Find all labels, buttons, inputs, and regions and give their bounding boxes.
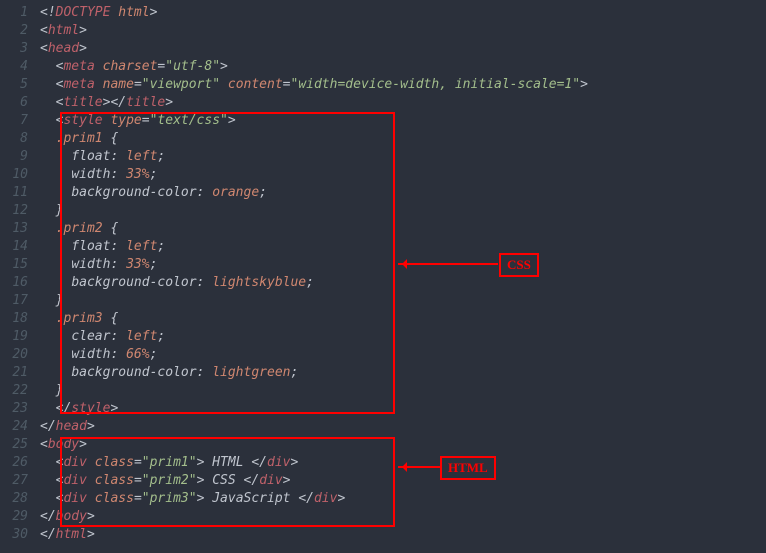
line-number: 2 — [8, 22, 28, 40]
code-line[interactable]: clear: left; — [40, 328, 766, 346]
line-number: 22 — [8, 382, 28, 400]
line-number: 24 — [8, 418, 28, 436]
code-line[interactable]: <meta charset="utf-8"> — [40, 58, 766, 76]
css-label: CSS — [499, 253, 539, 277]
html-arrow — [398, 466, 440, 468]
code-line[interactable]: <div class="prim3"> JavaScript </div> — [40, 490, 766, 508]
code-line[interactable]: <body> — [40, 436, 766, 454]
code-line[interactable]: </body> — [40, 508, 766, 526]
code-line[interactable]: } — [40, 202, 766, 220]
line-number: 18 — [8, 310, 28, 328]
line-number: 16 — [8, 274, 28, 292]
code-line[interactable]: .prim2 { — [40, 220, 766, 238]
code-line[interactable]: .prim1 { — [40, 130, 766, 148]
line-number: 17 — [8, 292, 28, 310]
code-line[interactable]: <html> — [40, 22, 766, 40]
css-arrow — [398, 263, 498, 265]
line-number: 20 — [8, 346, 28, 364]
code-line[interactable]: .prim3 { — [40, 310, 766, 328]
code-line[interactable]: width: 66%; — [40, 346, 766, 364]
line-number: 7 — [8, 112, 28, 130]
line-number: 1 — [8, 4, 28, 22]
line-number-gutter: 1234567891011121314151617181920212223242… — [0, 0, 40, 553]
code-line[interactable]: <meta name="viewport" content="width=dev… — [40, 76, 766, 94]
code-line[interactable]: background-color: orange; — [40, 184, 766, 202]
line-number: 30 — [8, 526, 28, 544]
line-number: 3 — [8, 40, 28, 58]
line-number: 10 — [8, 166, 28, 184]
line-number: 19 — [8, 328, 28, 346]
line-number: 13 — [8, 220, 28, 238]
line-number: 9 — [8, 148, 28, 166]
code-line[interactable]: } — [40, 292, 766, 310]
code-line[interactable]: float: left; — [40, 148, 766, 166]
line-number: 21 — [8, 364, 28, 382]
line-number: 4 — [8, 58, 28, 76]
code-line[interactable]: </html> — [40, 526, 766, 544]
code-line[interactable]: </style> — [40, 400, 766, 418]
code-line[interactable]: <title></title> — [40, 94, 766, 112]
code-line[interactable]: <div class="prim2"> CSS </div> — [40, 472, 766, 490]
line-number: 23 — [8, 400, 28, 418]
line-number: 27 — [8, 472, 28, 490]
line-number: 11 — [8, 184, 28, 202]
code-editor[interactable]: 1234567891011121314151617181920212223242… — [0, 0, 766, 553]
line-number: 6 — [8, 94, 28, 112]
code-line[interactable]: width: 33%; — [40, 166, 766, 184]
line-number: 5 — [8, 76, 28, 94]
code-line[interactable]: background-color: lightskyblue; — [40, 274, 766, 292]
line-number: 25 — [8, 436, 28, 454]
code-line[interactable]: </head> — [40, 418, 766, 436]
html-label: HTML — [440, 456, 496, 480]
line-number: 15 — [8, 256, 28, 274]
code-line[interactable]: <!DOCTYPE html> — [40, 4, 766, 22]
code-line[interactable]: background-color: lightgreen; — [40, 364, 766, 382]
line-number: 12 — [8, 202, 28, 220]
code-line[interactable]: float: left; — [40, 238, 766, 256]
line-number: 29 — [8, 508, 28, 526]
line-number: 28 — [8, 490, 28, 508]
code-line[interactable]: } — [40, 382, 766, 400]
line-number: 26 — [8, 454, 28, 472]
code-line[interactable]: <head> — [40, 40, 766, 58]
line-number: 8 — [8, 130, 28, 148]
code-line[interactable]: <style type="text/css"> — [40, 112, 766, 130]
line-number: 14 — [8, 238, 28, 256]
